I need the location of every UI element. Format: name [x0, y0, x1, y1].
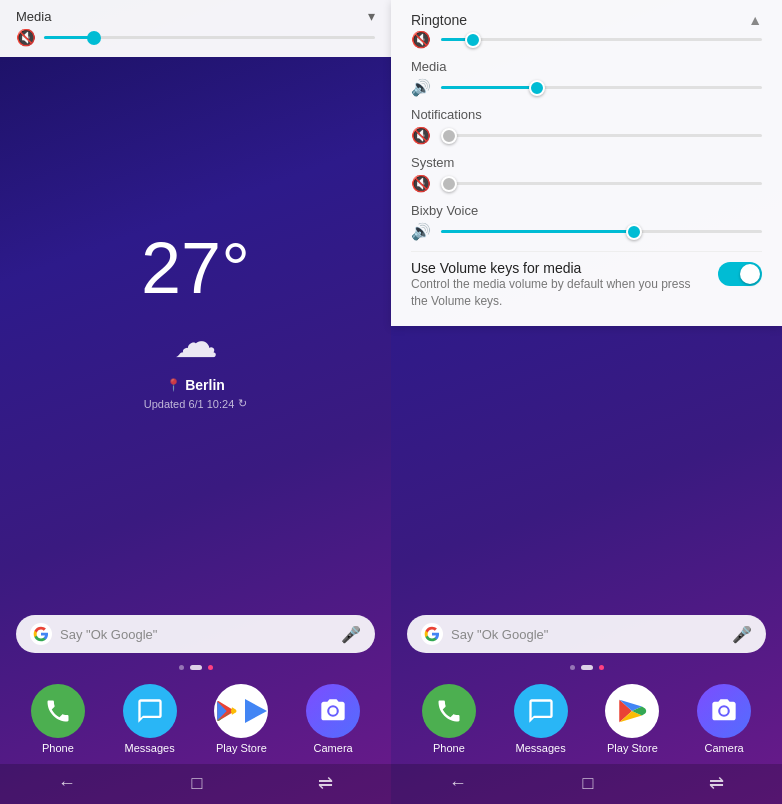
ringtone-slider[interactable]: 🔇	[411, 30, 762, 49]
right-panel: Ringtone ▲ 🔇 Media 🔊 Notifications 🔇	[391, 0, 782, 804]
ringtone-track[interactable]	[441, 38, 762, 41]
app-messages-left[interactable]: Messages	[123, 684, 177, 754]
search-placeholder-right: Say "Ok Google"	[451, 627, 724, 642]
dot-right-1	[570, 665, 575, 670]
app-messages-right[interactable]: Messages	[514, 684, 568, 754]
phone-icon-right	[422, 684, 476, 738]
dot-location	[208, 665, 213, 670]
vp-system-vol-icon: 🔇	[411, 174, 431, 193]
home-button-left[interactable]: □	[192, 773, 203, 794]
mic-icon-right[interactable]: 🎤	[732, 625, 752, 644]
city-name: Berlin	[185, 377, 225, 393]
messages-label-left: Messages	[125, 742, 175, 754]
back-button-left[interactable]: ←	[58, 773, 76, 794]
vp-media-label: Media	[411, 59, 762, 74]
dots-row-right	[391, 665, 782, 670]
back-button-right[interactable]: ←	[449, 773, 467, 794]
temperature-display: 27°	[141, 232, 250, 304]
playstore-label-left: Play Store	[216, 742, 267, 754]
nav-bar-left: ← □ ⇌	[0, 764, 391, 804]
messages-label-right: Messages	[516, 742, 566, 754]
volume-panel: Ringtone ▲ 🔇 Media 🔊 Notifications 🔇	[391, 0, 782, 326]
playstore-icon-left	[214, 684, 268, 738]
app-camera-right[interactable]: Camera	[697, 684, 751, 754]
search-placeholder-left: Say "Ok Google"	[60, 627, 333, 642]
app-playstore-right[interactable]: Play Store	[605, 684, 659, 754]
vp-notifications-track[interactable]	[441, 134, 762, 137]
chevron-up-icon[interactable]: ▲	[748, 12, 762, 28]
ringtone-vol-icon: 🔇	[411, 30, 431, 49]
camera-icon-left	[306, 684, 360, 738]
vp-system-label: System	[411, 155, 762, 170]
use-vol-title: Use Volume keys for media	[411, 260, 708, 276]
vp-bixby-label: Bixby Voice	[411, 203, 762, 218]
mic-icon-left[interactable]: 🎤	[341, 625, 361, 644]
google-logo-left	[30, 623, 52, 645]
dot-right-loc	[599, 665, 604, 670]
dot-right-active	[581, 665, 593, 670]
messages-icon-right	[514, 684, 568, 738]
app-icons-row-left: Phone Messages	[0, 678, 391, 764]
use-volume-keys-row: Use Volume keys for media Control the me…	[411, 260, 762, 310]
weather-section: 27° ☁ 📍 Berlin Updated 6/1 10:24 ↻	[0, 57, 391, 615]
vp-notifications-vol-icon: 🔇	[411, 126, 431, 145]
google-logo-right	[421, 623, 443, 645]
camera-icon-right	[697, 684, 751, 738]
use-vol-toggle[interactable]	[718, 262, 762, 286]
media-bar-left: Media ▾ 🔇	[0, 0, 391, 57]
use-vol-desc: Control the media volume by default when…	[411, 276, 708, 310]
vp-notifications-label: Notifications	[411, 107, 762, 122]
vp-system-slider[interactable]: 🔇	[411, 174, 762, 193]
pin-icon: 📍	[166, 378, 181, 392]
playstore-label-right: Play Store	[607, 742, 658, 754]
app-phone-left[interactable]: Phone	[31, 684, 85, 754]
updated-text: Updated 6/1 10:24 ↻	[144, 397, 248, 410]
media-slider-left[interactable]: 🔇	[16, 28, 375, 47]
ringtone-row: Ringtone ▲	[411, 12, 762, 28]
vp-bixby-slider[interactable]: 🔊	[411, 222, 762, 241]
vp-media-track[interactable]	[441, 86, 762, 89]
nav-bar-right: ← □ ⇌	[391, 764, 782, 804]
google-search-bar-right[interactable]: Say "Ok Google" 🎤	[407, 615, 766, 653]
dots-row-left	[0, 665, 391, 670]
messages-icon-left	[123, 684, 177, 738]
app-playstore-left[interactable]: Play Store	[214, 684, 268, 754]
vp-media-slider[interactable]: 🔊	[411, 78, 762, 97]
toggle-knob	[740, 264, 760, 284]
camera-label-right: Camera	[705, 742, 744, 754]
recents-button-left[interactable]: ⇌	[318, 772, 333, 794]
phone-label-left: Phone	[42, 742, 74, 754]
left-panel: Media ▾ 🔇 27° ☁ 📍 Berlin Updated 6/1 10:…	[0, 0, 391, 804]
home-button-right[interactable]: □	[583, 773, 594, 794]
vp-bixby-vol-icon: 🔊	[411, 222, 431, 241]
vp-bixby-track[interactable]	[441, 230, 762, 233]
vp-system-track[interactable]	[441, 182, 762, 185]
dot-active	[190, 665, 202, 670]
cloud-icon: ☁	[174, 316, 218, 367]
chevron-down-icon-left[interactable]: ▾	[368, 8, 375, 24]
vp-divider	[411, 251, 762, 252]
phone-label-right: Phone	[433, 742, 465, 754]
recents-button-right[interactable]: ⇌	[709, 772, 724, 794]
ringtone-label: Ringtone	[411, 12, 467, 28]
app-icons-row-right: Phone Messages	[391, 678, 782, 764]
vp-media-vol-icon: 🔊	[411, 78, 431, 97]
playstore-icon-right	[605, 684, 659, 738]
vol-mute-icon-left: 🔇	[16, 28, 36, 47]
app-phone-right[interactable]: Phone	[422, 684, 476, 754]
vp-notifications-slider[interactable]: 🔇	[411, 126, 762, 145]
app-camera-left[interactable]: Camera	[306, 684, 360, 754]
phone-icon-left	[31, 684, 85, 738]
google-search-bar-left[interactable]: Say "Ok Google" 🎤	[16, 615, 375, 653]
camera-label-left: Camera	[314, 742, 353, 754]
media-label-left: Media	[16, 9, 51, 24]
slider-track-left[interactable]	[44, 36, 375, 39]
dot-left	[179, 665, 184, 670]
